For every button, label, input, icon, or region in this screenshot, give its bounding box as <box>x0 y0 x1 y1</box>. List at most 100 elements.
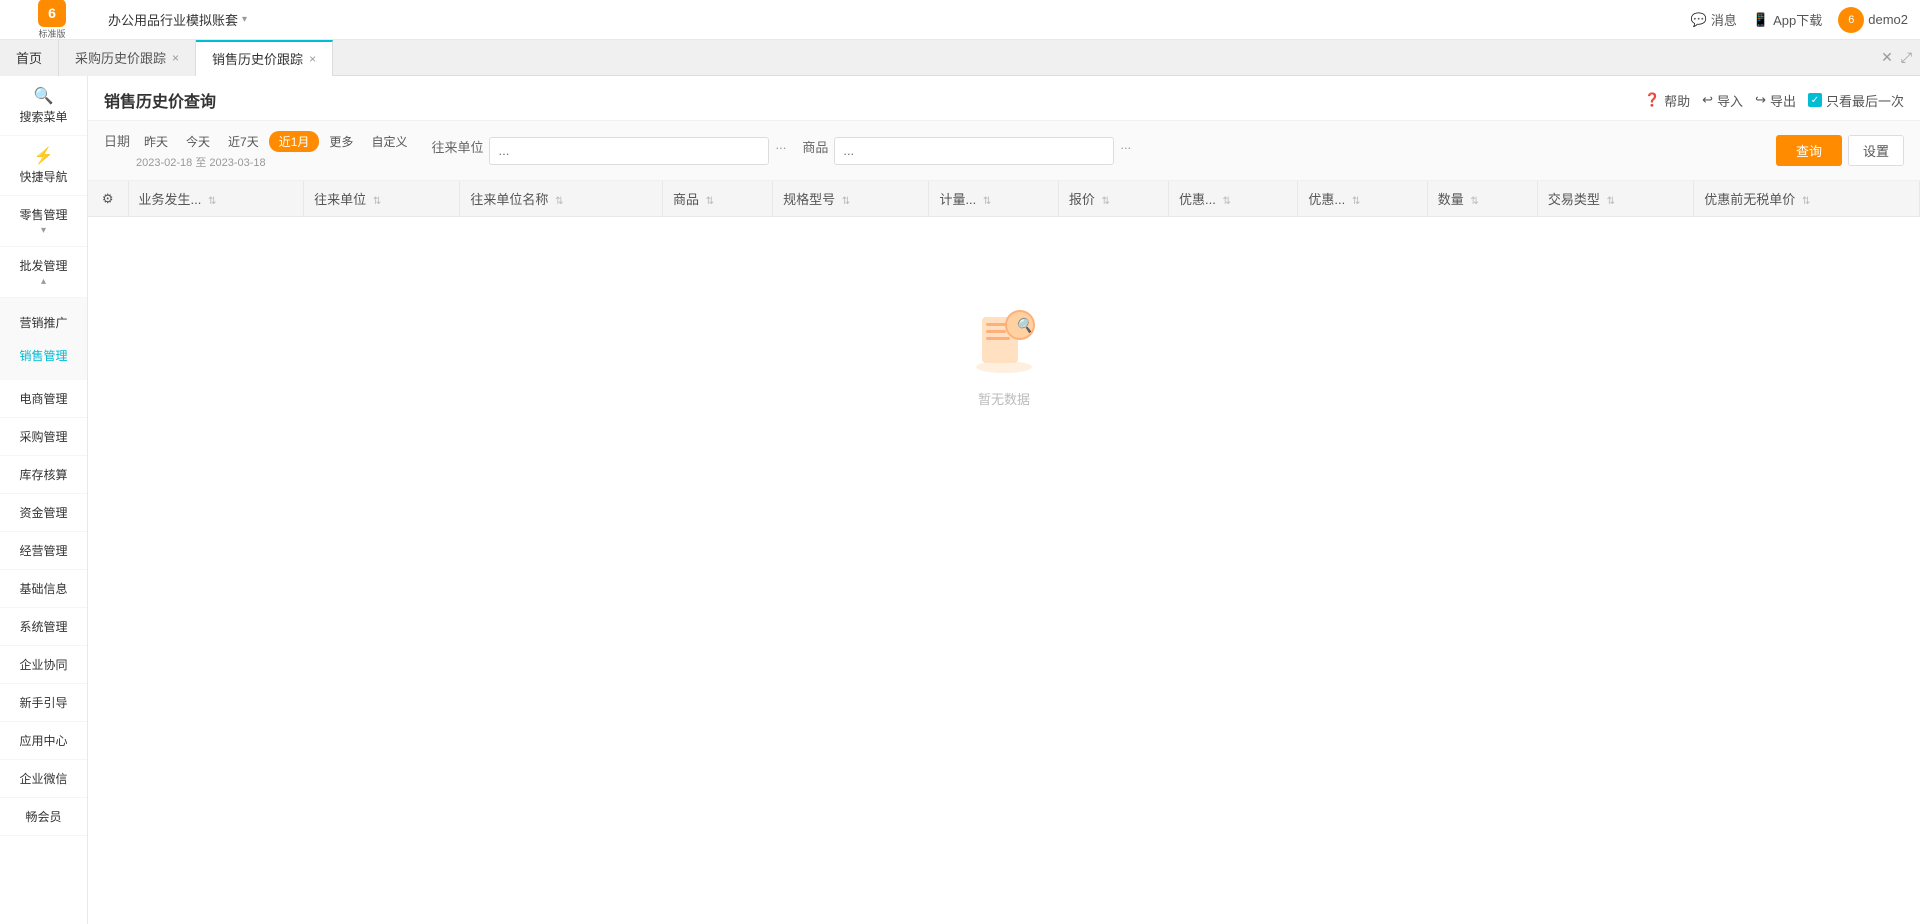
sidebar-item-base-info[interactable]: 基础信息 <box>0 570 87 608</box>
expand-icon[interactable]: ⤢ <box>1901 49 1912 66</box>
date-filter-section: 日期 昨天 今天 近7天 近1月 更多 自定义 2023-02-18 至 202… <box>104 131 415 170</box>
app-selector-label: 办公用品行业模拟账套 <box>108 10 238 29</box>
sidebar-label-operations: 经营管理 <box>19 542 67 559</box>
tab-sales-close[interactable]: × <box>309 53 316 65</box>
search-icon: 🔍 <box>34 86 54 106</box>
sidebar-item-enterprise[interactable]: 企业协同 <box>0 646 87 684</box>
empty-icon: 🔍 <box>964 297 1044 377</box>
tab-home[interactable]: 首页 <box>0 40 59 76</box>
col-discount2[interactable]: 优惠... ⇅ <box>1298 181 1427 217</box>
date-btn-yesterday[interactable]: 昨天 <box>136 131 176 152</box>
sidebar-item-system[interactable]: 系统管理 <box>0 608 87 646</box>
tab-sales-history[interactable]: 销售历史价跟踪 × <box>196 40 333 76</box>
chevron-down-icon: ▾ <box>242 14 247 25</box>
app-download-button[interactable]: 📱 App下载 <box>1753 10 1822 29</box>
user-menu[interactable]: 6 demo2 <box>1838 7 1908 33</box>
sidebar-item-member[interactable]: 畅会员 <box>0 798 87 836</box>
app-selector[interactable]: 办公用品行业模拟账套 ▾ <box>100 6 255 33</box>
sidebar-item-purchase[interactable]: 采购管理 <box>0 418 87 456</box>
message-button[interactable]: 💬 消息 <box>1691 10 1737 29</box>
logo-area: 6 标准版 <box>12 0 92 40</box>
sidebar-item-wholesale[interactable]: 批发管理 ▴ <box>0 247 87 298</box>
brand-label: 标准版 <box>38 27 65 40</box>
sidebar-label-member: 畅会员 <box>25 808 61 825</box>
sidebar-item-operations[interactable]: 经营管理 <box>0 532 87 570</box>
goods-input[interactable] <box>834 137 1114 165</box>
app-download-label: App下载 <box>1773 10 1822 29</box>
sidebar-label-finance: 资金管理 <box>19 504 67 521</box>
tab-purchase-history[interactable]: 采购历史价跟踪 × <box>59 40 196 76</box>
main-layout: 🔍 搜索菜单 ⚡ 快捷导航 零售管理 ▾ 批发管理 ▴ 营销推广 销售管理 电商… <box>0 76 1920 924</box>
empty-state: 🔍 暂无数据 <box>88 217 1920 488</box>
partner-more-icon[interactable]: ... <box>775 137 786 152</box>
filter-actions: 查询 设置 <box>1776 135 1904 166</box>
col-biz-date[interactable]: 业务发生... ⇅ <box>128 181 304 217</box>
help-button[interactable]: ❓ 帮助 <box>1644 91 1690 110</box>
query-button[interactable]: 查询 <box>1776 135 1842 166</box>
sort-icon: ⇅ <box>1222 196 1230 207</box>
sidebar-item-finance[interactable]: 资金管理 <box>0 494 87 532</box>
sidebar-item-guide[interactable]: 新手引导 <box>0 684 87 722</box>
settings-button[interactable]: 设置 <box>1848 135 1904 166</box>
tab-bar: 首页 采购历史价跟踪 × 销售历史价跟踪 × ✕ ⤢ <box>0 40 1920 76</box>
help-icon: ❓ <box>1644 92 1660 108</box>
avatar: 6 <box>1838 7 1864 33</box>
sidebar-item-retail[interactable]: 零售管理 ▾ <box>0 196 87 247</box>
sidebar-item-sales-mgmt[interactable]: 销售管理 <box>0 339 87 372</box>
sidebar-label-purchase: 采购管理 <box>19 428 67 445</box>
import-button[interactable]: ↩ 导入 <box>1702 91 1743 110</box>
only-last-checkbox[interactable]: ✓ 只看最后一次 <box>1808 91 1904 110</box>
partner-label: 往来单位 <box>431 137 483 156</box>
quick-nav-icon: ⚡ <box>34 146 54 166</box>
goods-label: 商品 <box>802 137 828 156</box>
sidebar-label-ecommerce: 电商管理 <box>19 390 67 407</box>
sidebar-label-app: 应用中心 <box>19 732 67 749</box>
col-quote-price[interactable]: 报价 ⇅ <box>1058 181 1168 217</box>
date-options-col: 昨天 今天 近7天 近1月 更多 自定义 2023-02-18 至 2023-0… <box>136 131 415 170</box>
tab-bar-right: ✕ ⤢ <box>1881 49 1920 66</box>
col-pre-tax-price[interactable]: 优惠前无税单价 ⇅ <box>1694 181 1920 217</box>
sort-icon: ⇅ <box>1101 196 1109 207</box>
close-all-icon[interactable]: ✕ <box>1881 49 1893 66</box>
sort-icon: ⇅ <box>1470 196 1478 207</box>
sidebar-item-app-center[interactable]: 应用中心 <box>0 722 87 760</box>
date-label: 日期 <box>104 131 130 150</box>
export-icon: ↪ <box>1755 92 1766 108</box>
sidebar-item-search-menu[interactable]: 🔍 搜索菜单 <box>0 76 87 136</box>
col-settings[interactable]: ⚙ <box>88 181 128 217</box>
col-trade-type[interactable]: 交易类型 ⇅ <box>1537 181 1693 217</box>
sidebar-label-wholesale: 批发管理 <box>19 257 67 274</box>
content-area: 销售历史价查询 ❓ 帮助 ↩ 导入 ↪ 导出 ✓ 只看最后一次 <box>88 76 1920 924</box>
top-bar: 6 标准版 办公用品行业模拟账套 ▾ 💬 消息 📱 App下载 6 demo2 <box>0 0 1920 40</box>
tab-purchase-close[interactable]: × <box>172 52 179 64</box>
export-button[interactable]: ↪ 导出 <box>1755 91 1796 110</box>
goods-more-icon[interactable]: ... <box>1120 137 1131 152</box>
sidebar-item-ecommerce[interactable]: 电商管理 <box>0 380 87 418</box>
col-quantity[interactable]: 数量 ⇅ <box>1427 181 1537 217</box>
col-partner-code[interactable]: 往来单位 ⇅ <box>304 181 460 217</box>
table-container: ⚙ 业务发生... ⇅ 往来单位 ⇅ 往来单位名称 ⇅ <box>88 181 1920 924</box>
table-header-row: ⚙ 业务发生... ⇅ 往来单位 ⇅ 往来单位名称 ⇅ <box>88 181 1920 217</box>
sidebar-item-wechat[interactable]: 企业微信 <box>0 760 87 798</box>
col-spec[interactable]: 规格型号 ⇅ <box>773 181 929 217</box>
sidebar-label-inventory: 库存核算 <box>19 466 67 483</box>
data-table: ⚙ 业务发生... ⇅ 往来单位 ⇅ 往来单位名称 ⇅ <box>88 181 1920 217</box>
sidebar-item-quick-nav[interactable]: ⚡ 快捷导航 <box>0 136 87 196</box>
date-btn-custom[interactable]: 自定义 <box>363 131 415 152</box>
date-btn-today[interactable]: 今天 <box>178 131 218 152</box>
sidebar-item-marketing[interactable]: 营销推广 <box>0 306 87 339</box>
col-unit[interactable]: 计量... ⇅ <box>929 181 1058 217</box>
date-range-text: 2023-02-18 至 2023-03-18 <box>136 154 415 170</box>
sidebar: 🔍 搜索菜单 ⚡ 快捷导航 零售管理 ▾ 批发管理 ▴ 营销推广 销售管理 电商… <box>0 76 88 924</box>
date-btn-1month[interactable]: 近1月 <box>269 131 320 152</box>
date-btn-more[interactable]: 更多 <box>321 131 361 152</box>
col-discount1[interactable]: 优惠... ⇅ <box>1168 181 1297 217</box>
chevron-down-icon: ▴ <box>41 276 46 287</box>
col-goods[interactable]: 商品 ⇅ <box>662 181 772 217</box>
date-btn-7days[interactable]: 近7天 <box>220 131 267 152</box>
col-partner-name[interactable]: 往来单位名称 ⇅ <box>460 181 663 217</box>
sidebar-item-inventory[interactable]: 库存核算 <box>0 456 87 494</box>
tab-sales-label: 销售历史价跟踪 <box>212 49 303 68</box>
partner-input[interactable] <box>489 137 769 165</box>
logo-icon: 6 <box>38 0 66 27</box>
